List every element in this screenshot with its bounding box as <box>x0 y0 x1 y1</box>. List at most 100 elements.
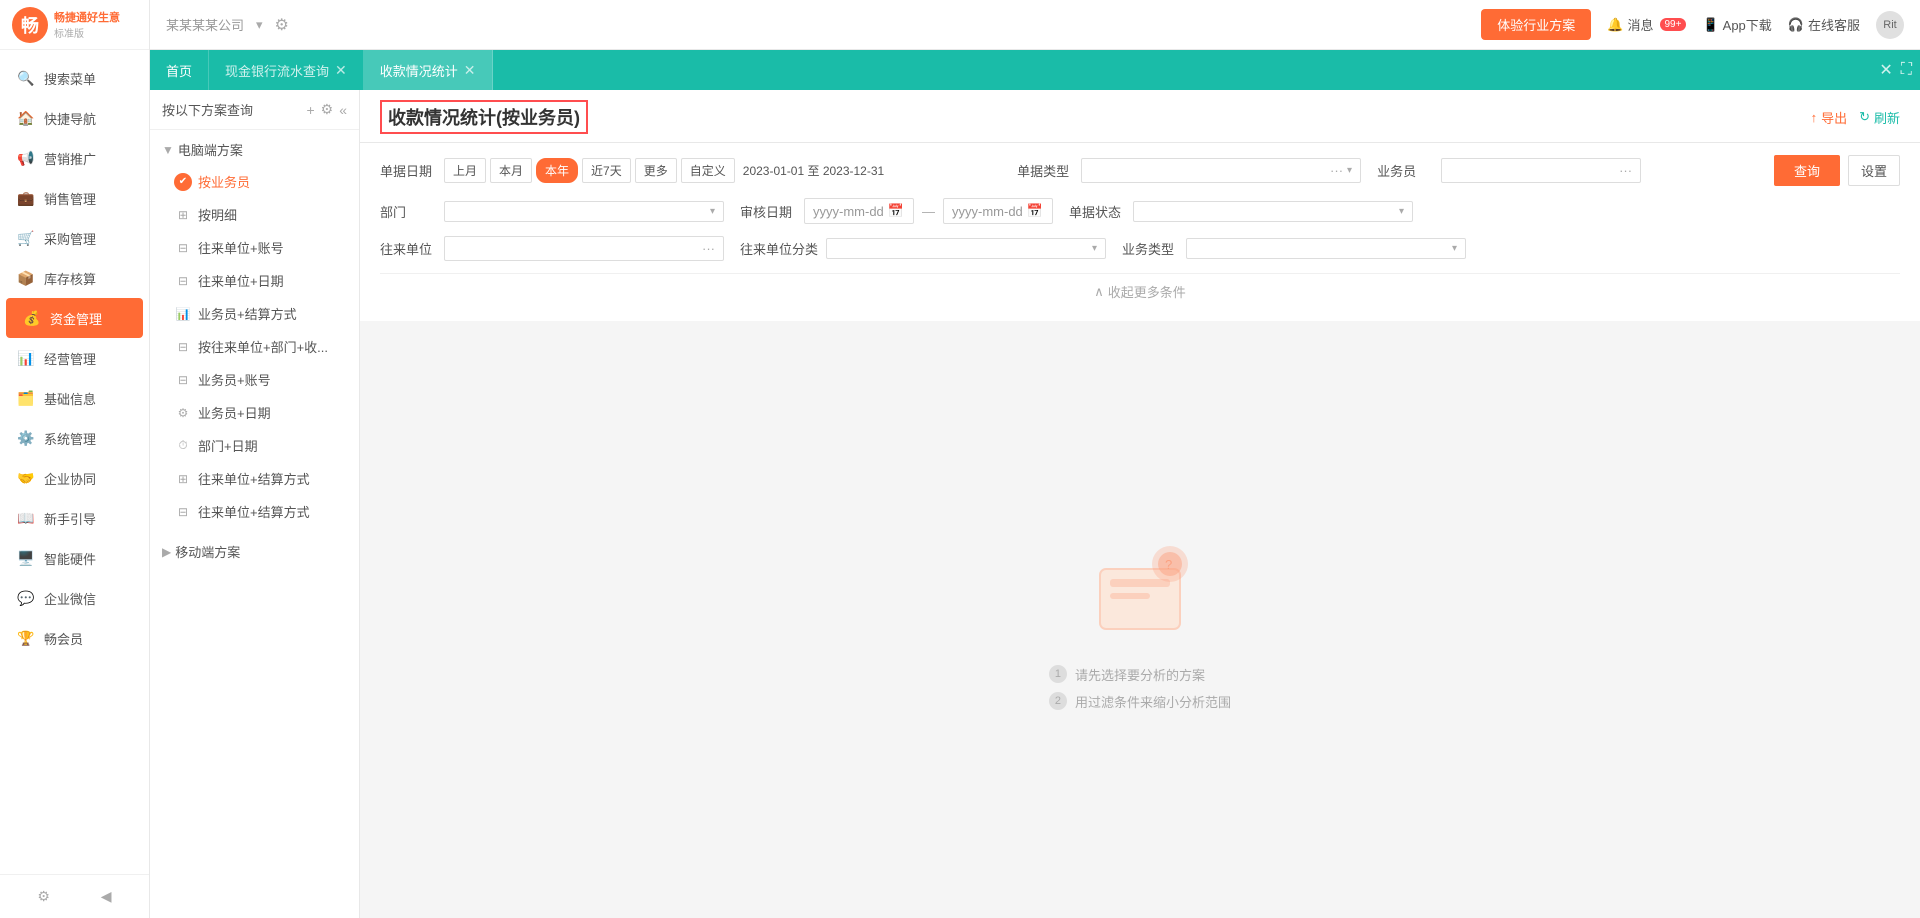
doc-type-more[interactable]: ··· <box>1330 163 1343 178</box>
collapse-icon[interactable]: ◀ <box>101 888 112 905</box>
audit-date-label: 审核日期 <box>740 202 796 221</box>
schema-item-partner-dept-collect[interactable]: ⊟按往来单位+部门+收... <box>150 330 359 363</box>
date-shortcut-自定义[interactable]: 自定义 <box>681 158 735 183</box>
dept-select[interactable]: ▾ <box>444 201 724 222</box>
right-content: 收款情况统计(按业务员) ↑ 导出 ↻ 刷新 <box>360 90 1920 918</box>
window-close-icon[interactable]: ✕ <box>1879 60 1892 80</box>
sidebar-item-system[interactable]: ⚙️系统管理 <box>0 418 149 458</box>
notification-item[interactable]: 🔔 消息 99+ <box>1607 15 1686 34</box>
sidebar-item-purchase[interactable]: 🛒采购管理 <box>0 218 149 258</box>
settings-icon[interactable]: ⚙ <box>275 15 289 35</box>
salesperson-label: 业务员 <box>1377 161 1433 180</box>
schema-item-partner-settle2[interactable]: ⊟往来单位+结算方式 <box>150 495 359 528</box>
partner-category-label: 往来单位分类 <box>740 239 818 258</box>
sidebar-icon-inventory: 📦 <box>16 268 36 288</box>
sidebar-item-inventory[interactable]: 📦库存核算 <box>0 258 149 298</box>
schema-item-label-partner-settle2: 往来单位+结算方式 <box>198 502 310 521</box>
date-shortcut-上月[interactable]: 上月 <box>444 158 486 183</box>
sidebar-item-operation[interactable]: 📊经营管理 <box>0 338 149 378</box>
sidebar-label-enterprise: 企业协同 <box>44 469 96 488</box>
add-schema-icon[interactable]: + <box>306 102 314 118</box>
page-title-row: 收款情况统计(按业务员) ↑ 导出 ↻ 刷新 <box>380 100 1900 134</box>
query-button[interactable]: 查询 <box>1774 155 1840 186</box>
schema-item-salesperson-settle[interactable]: 📊业务员+结算方式 <box>150 297 359 330</box>
sidebar-label-guide: 新手引导 <box>44 509 96 528</box>
collapse-bar[interactable]: ∧ 收起更多条件 <box>380 273 1900 309</box>
tab-bar-end: ✕⛶ <box>493 50 1920 90</box>
sidebar-item-finance[interactable]: 💰资金管理 <box>6 298 143 338</box>
partner-label: 往来单位 <box>380 239 436 258</box>
notification-label: 消息 <box>1627 15 1653 34</box>
date-shortcut-更多[interactable]: 更多 <box>635 158 677 183</box>
schema-item-dept-date[interactable]: ⏱部门+日期 <box>150 429 359 462</box>
business-type-label: 业务类型 <box>1122 239 1178 258</box>
sidebar-item-basic[interactable]: 🗂️基础信息 <box>0 378 149 418</box>
dropdown-icon[interactable]: ▾ <box>256 17 263 33</box>
active-circle-by-salesperson: ✔ <box>174 173 192 191</box>
partner-select[interactable]: ··· <box>444 236 724 261</box>
schema-icon-dept-date: ⏱ <box>174 437 192 455</box>
schema-settings-icon[interactable]: ⚙ <box>321 101 334 118</box>
tab-collection-stats[interactable]: 收款情况统计✕ <box>364 50 493 90</box>
tab-close-bank-flow[interactable]: ✕ <box>335 62 347 79</box>
tab-home[interactable]: 首页 <box>150 50 209 90</box>
schema-icon-partner-settle1: ⊞ <box>174 470 192 488</box>
schema-item-partner-date[interactable]: ⊟往来单位+日期 <box>150 264 359 297</box>
window-expand-icon[interactable]: ⛶ <box>1901 61 1912 79</box>
breadcrumb: 某某某某公司 <box>166 15 244 34</box>
doc-status-select[interactable]: ▾ <box>1133 201 1413 222</box>
app-download-item[interactable]: 📱 App下载 <box>1702 15 1771 34</box>
business-type-select[interactable]: ▾ <box>1186 238 1466 259</box>
user-avatar[interactable]: Rit <box>1876 11 1904 39</box>
calendar-icon-end: 📅 <box>1027 203 1043 219</box>
schema-group-header-desktop[interactable]: ▼电脑端方案 <box>150 134 359 165</box>
sidebar-item-marketing[interactable]: 📢营销推广 <box>0 138 149 178</box>
sidebar-item-wechat[interactable]: 💬企业微信 <box>0 578 149 618</box>
schema-item-by-detail[interactable]: ⊞按明细 <box>150 198 359 231</box>
logo-text: 畅捷通好生意 标准版 <box>54 9 120 40</box>
schema-item-salesperson-date[interactable]: ⚙业务员+日期 <box>150 396 359 429</box>
sidebar-item-member[interactable]: 🏆畅会员 <box>0 618 149 658</box>
left-panel: 按以下方案查询 + ⚙ « ▼电脑端方案✔按业务员⊞按明细⊟往来单位+账号⊟往来… <box>150 90 360 918</box>
customer-service-item[interactable]: 🎧 在线客服 <box>1788 15 1860 34</box>
schema-item-by-salesperson[interactable]: ✔按业务员 <box>150 165 359 198</box>
date-shortcut-本年[interactable]: 本年 <box>536 158 578 183</box>
audit-date-end[interactable]: yyyy-mm-dd 📅 <box>943 198 1053 224</box>
doc-type-select[interactable]: ··· ▾ <box>1081 158 1361 183</box>
refresh-button[interactable]: ↻ 刷新 <box>1859 108 1900 127</box>
content-area: 按以下方案查询 + ⚙ « ▼电脑端方案✔按业务员⊞按明细⊟往来单位+账号⊟往来… <box>150 90 1920 918</box>
sidebar-item-search-menu[interactable]: 🔍搜索菜单 <box>0 58 149 98</box>
salesperson-more[interactable]: ··· <box>1619 163 1632 178</box>
settings-button[interactable]: 设置 <box>1848 155 1900 186</box>
date-range-display: 2023-01-01 至 2023-12-31 <box>743 162 884 179</box>
sidebar-item-guide[interactable]: 📖新手引导 <box>0 498 149 538</box>
partner-category-select[interactable]: ▾ <box>826 238 1106 259</box>
schema-collapse-icon[interactable]: « <box>339 102 347 118</box>
date-shortcut-近7天[interactable]: 近7天 <box>582 158 631 183</box>
salesperson-select[interactable]: ··· <box>1441 158 1641 183</box>
schema-item-partner-settle1[interactable]: ⊞往来单位+结算方式 <box>150 462 359 495</box>
dept-arrow: ▾ <box>710 206 715 217</box>
empty-tip-2: 2 用过滤条件来缩小分析范围 <box>1049 692 1231 711</box>
tab-close-collection-stats[interactable]: ✕ <box>464 62 476 79</box>
export-icon: ↑ <box>1811 110 1818 125</box>
schema-group-header-mobile[interactable]: ▶移动端方案 <box>150 536 359 567</box>
refresh-icon: ↻ <box>1859 109 1870 125</box>
partner-more[interactable]: ··· <box>702 241 715 256</box>
left-panel-title: 按以下方案查询 <box>162 100 253 119</box>
schema-icon-salesperson-settle: 📊 <box>174 305 192 323</box>
sidebar-item-hardware[interactable]: 🖥️智能硬件 <box>0 538 149 578</box>
date-shortcut-本月[interactable]: 本月 <box>490 158 532 183</box>
sidebar-item-quick-nav[interactable]: 🏠快捷导航 <box>0 98 149 138</box>
audit-date-start[interactable]: yyyy-mm-dd 📅 <box>804 198 914 224</box>
sidebar-item-enterprise[interactable]: 🤝企业协同 <box>0 458 149 498</box>
empty-illustration: ? <box>1080 529 1200 649</box>
schema-item-partner-account[interactable]: ⊟往来单位+账号 <box>150 231 359 264</box>
schema-item-salesperson-account[interactable]: ⊟业务员+账号 <box>150 363 359 396</box>
sidebar-item-sales[interactable]: 💼销售管理 <box>0 178 149 218</box>
trial-button[interactable]: 体验行业方案 <box>1481 9 1591 40</box>
tab-bank-flow[interactable]: 现金银行流水查询✕ <box>209 50 364 90</box>
export-button[interactable]: ↑ 导出 <box>1811 108 1848 127</box>
top-header: 某某某某公司 ▾ ⚙ 体验行业方案 🔔 消息 99+ 📱 App下载 🎧 在线客… <box>150 0 1920 50</box>
settings-icon[interactable]: ⚙ <box>37 888 50 905</box>
